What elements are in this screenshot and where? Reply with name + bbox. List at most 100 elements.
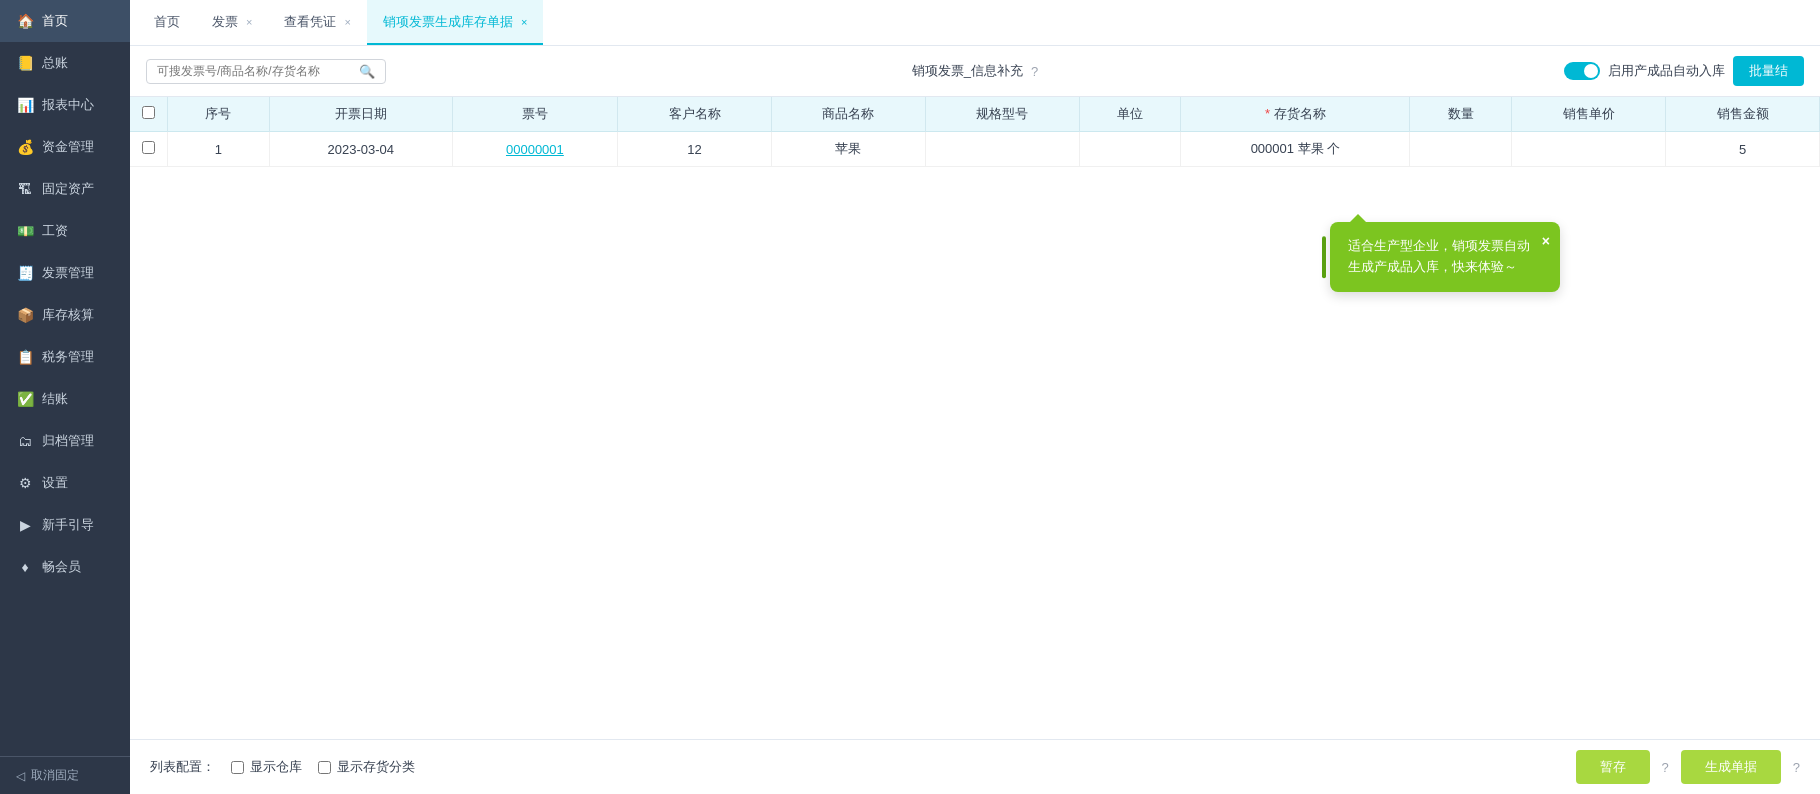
save-button[interactable]: 暂存 [1576, 750, 1650, 784]
sidebar-label-report: 报表中心 [42, 96, 94, 114]
tab-voucher-label: 查看凭证 [284, 13, 336, 31]
generate-button[interactable]: 生成单据 [1681, 750, 1781, 784]
ledger-icon: 📒 [16, 54, 34, 72]
sidebar-item-inventory[interactable]: 📦 库存核算 [0, 294, 130, 336]
tooltip-bar [1322, 236, 1326, 278]
toggle-label: 启用产成品自动入库 [1608, 62, 1725, 80]
save-help-icon[interactable]: ? [1662, 760, 1669, 775]
settings-icon: ⚙ [16, 474, 34, 492]
th-spec: 规格型号 [925, 97, 1079, 132]
tab-inventory-doc-close[interactable]: × [521, 16, 527, 28]
th-product: 商品名称 [771, 97, 925, 132]
sidebar-label-guide: 新手引导 [42, 516, 94, 534]
tab-voucher[interactable]: 查看凭证 × [268, 0, 366, 45]
auto-warehouse-toggle[interactable] [1564, 62, 1600, 80]
sidebar-item-salary[interactable]: 💵 工资 [0, 210, 130, 252]
sidebar-label-tax: 税务管理 [42, 348, 94, 366]
th-seq: 序号 [168, 97, 270, 132]
cell-ticket-no[interactable]: 00000001 [452, 132, 617, 167]
tab-bar: 首页 发票 × 查看凭证 × 销项发票生成库存单据 × [130, 0, 1820, 46]
batch-button[interactable]: 批量结 [1733, 56, 1804, 86]
tab-voucher-close[interactable]: × [344, 16, 350, 28]
row-checkbox[interactable] [142, 141, 155, 154]
show-warehouse-group: 显示仓库 [231, 758, 302, 776]
undo-pin-label: 取消固定 [31, 767, 79, 784]
sidebar-label-capital: 资金管理 [42, 138, 94, 156]
info-label: 销项发票_信息补充 [912, 62, 1023, 80]
search-icon: 🔍 [359, 64, 375, 79]
th-qty: 数量 [1410, 97, 1512, 132]
search-input[interactable] [157, 64, 359, 78]
tab-invoice-label: 发票 [212, 13, 238, 31]
tooltip-close-button[interactable]: × [1542, 230, 1550, 252]
cell-unit [1079, 132, 1181, 167]
tooltip-text: 适合生产型企业，销项发票自动生成产成品入库，快来体验～ [1348, 238, 1530, 274]
toolbar-right: 启用产成品自动入库 批量结 [1564, 56, 1804, 86]
tax-icon: 📋 [16, 348, 34, 366]
tooltip-popup: × 适合生产型企业，销项发票自动生成产成品入库，快来体验～ [1330, 222, 1560, 292]
cell-amount: 5 [1666, 132, 1820, 167]
footer-right: 暂存 ? 生成单据 ? [1576, 750, 1800, 784]
archive-icon: 🗂 [16, 432, 34, 450]
toolbar-center: 销项发票_信息补充 ? [912, 62, 1038, 80]
inventory-icon: 📦 [16, 306, 34, 324]
guide-icon: ▶ [16, 516, 34, 534]
cell-qty [1410, 132, 1512, 167]
th-amount: 销售金额 [1666, 97, 1820, 132]
sidebar-label-invoice: 发票管理 [42, 264, 94, 282]
generate-help-icon[interactable]: ? [1793, 760, 1800, 775]
sidebar-label-settings: 设置 [42, 474, 68, 492]
sidebar-item-assets[interactable]: 🏗 固定资产 [0, 168, 130, 210]
sidebar-item-settings[interactable]: ⚙ 设置 [0, 462, 130, 504]
sidebar-item-tax[interactable]: 📋 税务管理 [0, 336, 130, 378]
sidebar-label-member: 畅会员 [42, 558, 81, 576]
cell-product: 苹果 [771, 132, 925, 167]
cell-spec [925, 132, 1079, 167]
content-area: 🔍 销项发票_信息补充 ? 启用产成品自动入库 批量结 [130, 46, 1820, 794]
sidebar-item-closing[interactable]: ✅ 结账 [0, 378, 130, 420]
table-header-row: 序号 开票日期 票号 客户名称 商品名称 规格型号 单位 存货名称 数量 销售单… [130, 97, 1820, 132]
th-date: 开票日期 [269, 97, 452, 132]
cell-customer: 12 [618, 132, 772, 167]
sidebar-label-archive: 归档管理 [42, 432, 94, 450]
th-checkbox [130, 97, 168, 132]
show-category-checkbox[interactable] [318, 761, 331, 774]
report-icon: 📊 [16, 96, 34, 114]
tab-invoice[interactable]: 发票 × [196, 0, 268, 45]
cell-unit-price [1512, 132, 1666, 167]
toolbar-left: 🔍 [146, 59, 386, 84]
sidebar-label-inventory: 库存核算 [42, 306, 94, 324]
th-ticket-no: 票号 [452, 97, 617, 132]
invoice-icon: 🧾 [16, 264, 34, 282]
sidebar-item-capital[interactable]: 💰 资金管理 [0, 126, 130, 168]
sidebar-item-report[interactable]: 📊 报表中心 [0, 84, 130, 126]
sidebar-label-closing: 结账 [42, 390, 68, 408]
assets-icon: 🏗 [16, 180, 34, 198]
sidebar-item-ledger[interactable]: 📒 总账 [0, 42, 130, 84]
tab-invoice-close[interactable]: × [246, 16, 252, 28]
undo-pin-button[interactable]: ◁ 取消固定 [0, 756, 130, 794]
footer-left: 列表配置： 显示仓库 显示存货分类 [150, 758, 415, 776]
tab-inventory-doc[interactable]: 销项发票生成库存单据 × [367, 0, 543, 45]
select-all-checkbox[interactable] [142, 106, 155, 119]
sidebar-item-guide[interactable]: ▶ 新手引导 [0, 504, 130, 546]
show-warehouse-checkbox[interactable] [231, 761, 244, 774]
config-label: 列表配置： [150, 758, 215, 776]
tab-home[interactable]: 首页 [138, 0, 196, 45]
show-category-group: 显示存货分类 [318, 758, 415, 776]
sidebar-item-invoice[interactable]: 🧾 发票管理 [0, 252, 130, 294]
tab-inventory-doc-label: 销项发票生成库存单据 [383, 13, 513, 31]
sidebar-label-salary: 工资 [42, 222, 68, 240]
sidebar-item-member[interactable]: ♦ 畅会员 [0, 546, 130, 588]
home-icon: 🏠 [16, 12, 34, 30]
toolbar: 🔍 销项发票_信息补充 ? 启用产成品自动入库 批量结 [130, 46, 1820, 97]
sidebar-item-home[interactable]: 🏠 首页 [0, 0, 130, 42]
info-help-icon[interactable]: ? [1031, 64, 1038, 79]
sidebar-item-archive[interactable]: 🗂 归档管理 [0, 420, 130, 462]
salary-icon: 💵 [16, 222, 34, 240]
table-wrapper: 序号 开票日期 票号 客户名称 商品名称 规格型号 单位 存货名称 数量 销售单… [130, 97, 1820, 739]
th-unit-price: 销售单价 [1512, 97, 1666, 132]
search-box[interactable]: 🔍 [146, 59, 386, 84]
table-row: 1 2023-03-04 00000001 12 苹果 000001 苹果 个 … [130, 132, 1820, 167]
sidebar-label-ledger: 总账 [42, 54, 68, 72]
